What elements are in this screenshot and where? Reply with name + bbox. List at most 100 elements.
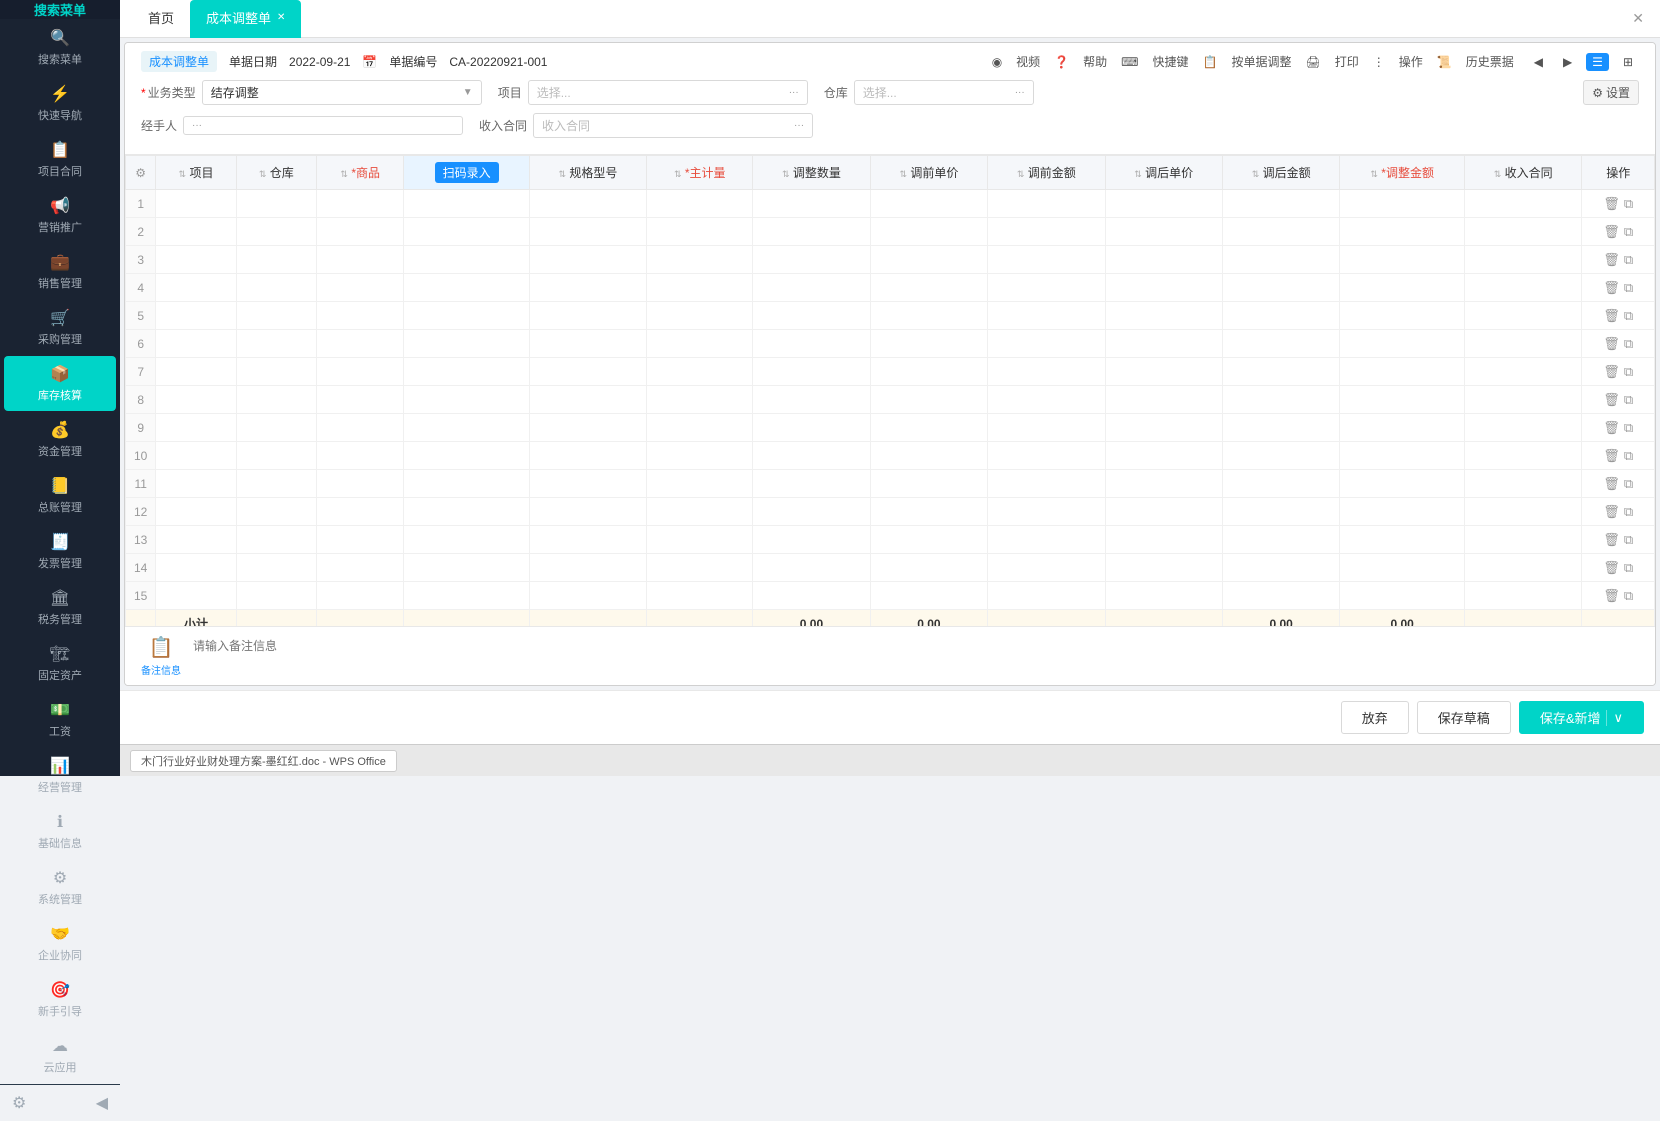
table-cell[interactable] (1465, 218, 1582, 246)
table-cell[interactable] (1105, 498, 1222, 526)
table-cell[interactable] (647, 246, 753, 274)
copy-icon[interactable]: ⧉ (1624, 448, 1633, 464)
table-cell[interactable] (529, 414, 646, 442)
table-cell[interactable] (1465, 582, 1582, 610)
table-cell[interactable] (647, 498, 753, 526)
table-cell[interactable] (870, 526, 987, 554)
table-cell[interactable] (870, 386, 987, 414)
table-cell[interactable] (988, 218, 1105, 246)
table-cell[interactable] (1340, 526, 1465, 554)
table-cell[interactable] (647, 190, 753, 218)
biz-type-input[interactable]: 结存调整 ▼ (202, 80, 482, 105)
table-cell[interactable] (870, 246, 987, 274)
table-cell[interactable] (647, 386, 753, 414)
table-cell[interactable] (404, 386, 529, 414)
warehouse-input[interactable]: 选择... ··· (854, 80, 1034, 105)
copy-icon[interactable]: ⧉ (1624, 588, 1633, 604)
table-cell[interactable] (1105, 414, 1222, 442)
table-cell[interactable] (1340, 470, 1465, 498)
table-cell[interactable] (404, 442, 529, 470)
col-scan-header[interactable]: 扫码录入 (404, 156, 529, 190)
table-cell[interactable] (1222, 526, 1339, 554)
delete-icon[interactable]: 🗑 (1603, 392, 1620, 408)
table-cell[interactable] (316, 386, 404, 414)
table-cell[interactable] (529, 218, 646, 246)
table-cell[interactable] (404, 470, 529, 498)
table-cell[interactable] (988, 582, 1105, 610)
table-cell[interactable] (1340, 246, 1465, 274)
table-cell[interactable] (236, 330, 316, 358)
table-cell[interactable] (1340, 554, 1465, 582)
table-cell[interactable] (870, 330, 987, 358)
table-cell[interactable] (404, 218, 529, 246)
tab-home[interactable]: 首页 (132, 0, 190, 38)
scan-button[interactable]: 扫码录入 (435, 162, 499, 183)
table-cell[interactable] (1105, 302, 1222, 330)
table-cell[interactable] (1340, 414, 1465, 442)
nav-next-button[interactable]: ▶ (1557, 53, 1578, 71)
delete-icon[interactable]: 🗑 (1603, 280, 1620, 296)
table-cell[interactable] (753, 442, 870, 470)
table-cell[interactable] (753, 330, 870, 358)
table-cell[interactable] (753, 246, 870, 274)
table-cell[interactable] (316, 330, 404, 358)
table-cell[interactable] (870, 582, 987, 610)
sidebar-item-project-contract[interactable]: 📋项目合同 (4, 132, 116, 187)
table-cell[interactable] (529, 274, 646, 302)
delete-icon[interactable]: 🗑 (1603, 504, 1620, 520)
sidebar-item-sales-mgmt[interactable]: 💼销售管理 (4, 244, 116, 299)
table-cell[interactable] (1465, 498, 1582, 526)
table-cell[interactable] (156, 442, 236, 470)
table-cell[interactable] (236, 526, 316, 554)
delete-icon[interactable]: 🗑 (1603, 560, 1620, 576)
table-cell[interactable] (156, 330, 236, 358)
table-cell[interactable] (156, 246, 236, 274)
table-cell[interactable] (870, 470, 987, 498)
table-cell[interactable] (316, 582, 404, 610)
table-cell[interactable] (647, 218, 753, 246)
table-cell[interactable] (156, 386, 236, 414)
window-close-button[interactable]: ✕ (1628, 10, 1648, 27)
table-cell[interactable] (529, 582, 646, 610)
table-cell[interactable] (988, 246, 1105, 274)
table-cell[interactable] (1465, 190, 1582, 218)
collapse-icon[interactable]: ◀ (96, 1093, 108, 1113)
table-cell[interactable] (316, 246, 404, 274)
table-cell[interactable] (529, 526, 646, 554)
table-cell[interactable] (156, 582, 236, 610)
table-cell[interactable] (988, 554, 1105, 582)
table-cell[interactable] (647, 302, 753, 330)
table-cell[interactable] (404, 190, 529, 218)
view-button[interactable]: 视频 (1010, 51, 1046, 72)
table-cell[interactable] (316, 470, 404, 498)
table-cell[interactable] (1222, 582, 1339, 610)
table-cell[interactable] (988, 526, 1105, 554)
sidebar-item-basic-info[interactable]: ℹ基础信息 (4, 804, 116, 859)
table-cell[interactable] (753, 582, 870, 610)
table-cell[interactable] (753, 386, 870, 414)
delete-icon[interactable]: 🗑 (1603, 532, 1620, 548)
table-cell[interactable] (316, 442, 404, 470)
delete-icon[interactable]: 🗑 (1603, 336, 1620, 352)
table-cell[interactable] (404, 582, 529, 610)
table-cell[interactable] (404, 414, 529, 442)
table-cell[interactable] (529, 470, 646, 498)
table-cell[interactable] (404, 498, 529, 526)
table-cell[interactable] (1465, 386, 1582, 414)
table-cell[interactable] (529, 498, 646, 526)
table-cell[interactable] (236, 498, 316, 526)
table-cell[interactable] (316, 274, 404, 302)
table-cell[interactable] (1465, 330, 1582, 358)
table-cell[interactable] (1222, 358, 1339, 386)
table-cell[interactable] (1222, 442, 1339, 470)
table-cell[interactable] (647, 582, 753, 610)
table-cell[interactable] (1340, 274, 1465, 302)
table-cell[interactable] (156, 274, 236, 302)
table-cell[interactable] (753, 498, 870, 526)
sidebar-item-cloud[interactable]: ☁云应用 (4, 1028, 116, 1083)
table-cell[interactable] (156, 554, 236, 582)
project-input[interactable]: 选择... ··· (528, 80, 808, 105)
table-cell[interactable] (316, 554, 404, 582)
table-cell[interactable] (1105, 274, 1222, 302)
table-cell[interactable] (647, 274, 753, 302)
